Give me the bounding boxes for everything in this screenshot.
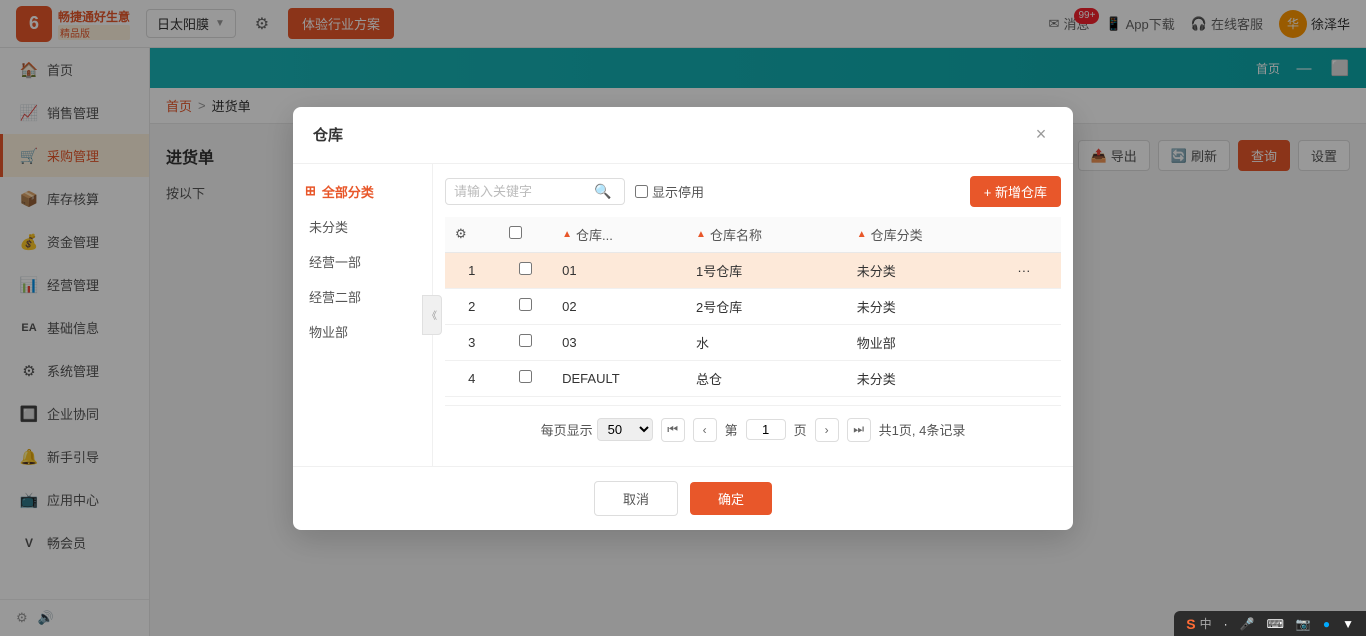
row-name: 水 — [686, 324, 847, 360]
category-collapse-btn[interactable]: 《 — [422, 295, 442, 335]
row-no: 2 — [445, 288, 499, 324]
row-no: 3 — [445, 324, 499, 360]
row-category: 未分类 — [847, 360, 1008, 396]
table-head: ⚙ ▲ 仓库... — [445, 217, 1061, 253]
next-page-btn[interactable]: › — [815, 418, 839, 442]
taskbar-keyboard[interactable]: ⌨ — [1267, 617, 1284, 631]
table-row[interactable]: 1 01 1号仓库 未分类 ··· — [445, 252, 1061, 288]
row-check — [499, 360, 553, 396]
modal-close-btn[interactable]: × — [1029, 123, 1053, 147]
gear-icon: ⚙ — [455, 226, 467, 241]
row-category: 未分类 — [847, 288, 1008, 324]
modal-body: ⊞ 全部分类 《 未分类 经营一部 经营二部 物业部 — [293, 164, 1073, 466]
page-size-selector: 每页显示 50 10 20 100 — [541, 418, 653, 441]
per-page-label: 每页显示 — [541, 420, 593, 439]
table-body: 1 01 1号仓库 未分类 ··· 2 — [445, 252, 1061, 396]
dot-icon: · — [1224, 617, 1228, 631]
taskbar-color[interactable]: ● — [1323, 617, 1330, 631]
category-item-property[interactable]: 物业部 — [293, 314, 432, 349]
modal-footer: 取消 确定 — [293, 466, 1073, 530]
th-code: ▲ 仓库... — [552, 217, 686, 253]
row-action — [1007, 360, 1061, 396]
row-check — [499, 288, 553, 324]
warehouse-modal: 仓库 × ⊞ 全部分类 《 未分类 经营一部 经营二部 — [293, 107, 1073, 530]
search-icon[interactable]: 🔍 — [594, 183, 611, 200]
add-warehouse-btn[interactable]: + 新增仓库 — [970, 176, 1061, 207]
confirm-button[interactable]: 确定 — [690, 482, 772, 515]
table-container: ⚙ ▲ 仓库... — [445, 217, 1061, 397]
row-check — [499, 252, 553, 288]
row-action: ··· — [1007, 252, 1061, 288]
row-code: 02 — [552, 288, 686, 324]
taskbar-cam[interactable]: 📷 — [1296, 617, 1311, 631]
row-checkbox[interactable] — [519, 262, 532, 275]
camera-icon: 📷 — [1296, 617, 1311, 631]
row-checkbox[interactable] — [519, 298, 532, 311]
row-name: 1号仓库 — [686, 252, 847, 288]
row-checkbox[interactable] — [519, 334, 532, 347]
keyboard-icon: ⌨ — [1267, 617, 1284, 631]
row-category: 物业部 — [847, 324, 1008, 360]
row-no: 4 — [445, 360, 499, 396]
row-check — [499, 324, 553, 360]
show-disabled-checkbox[interactable] — [635, 185, 648, 198]
prev-page-btn[interactable]: ‹ — [693, 418, 717, 442]
show-disabled-label: 显示停用 — [635, 182, 704, 201]
modal-overlay[interactable]: 仓库 × ⊞ 全部分类 《 未分类 经营一部 经营二部 — [0, 0, 1366, 636]
row-code: 01 — [552, 252, 686, 288]
row-code: 03 — [552, 324, 686, 360]
ime-icon: S — [1186, 616, 1195, 632]
grid-icon: ⊞ — [305, 183, 316, 199]
modal-header: 仓库 × — [293, 107, 1073, 164]
page-label: 页 — [794, 420, 807, 439]
first-page-btn[interactable]: ⏮ — [661, 418, 685, 442]
table-row[interactable]: 3 03 水 物业部 — [445, 324, 1061, 360]
more-icon: ▼ — [1342, 617, 1354, 631]
table-row[interactable]: 2 02 2号仓库 未分类 — [445, 288, 1061, 324]
row-name: 2号仓库 — [686, 288, 847, 324]
last-page-btn[interactable]: ⏭ — [847, 418, 871, 442]
color-icon: ● — [1323, 617, 1330, 631]
warehouse-table: ⚙ ▲ 仓库... — [445, 217, 1061, 397]
bottom-taskbar: S 中 · 🎤 ⌨ 📷 ● ▼ — [1174, 611, 1366, 636]
th-action — [1007, 217, 1061, 253]
modal-title: 仓库 — [313, 124, 343, 145]
check-all-checkbox[interactable] — [509, 226, 522, 239]
search-input[interactable] — [454, 184, 594, 199]
pagination-bar: 每页显示 50 10 20 100 ⏮ ‹ 第 页 › ⏭ — [445, 405, 1061, 454]
row-action — [1007, 288, 1061, 324]
row-action — [1007, 324, 1061, 360]
category-all-label[interactable]: 全部分类 — [322, 182, 374, 201]
cancel-button[interactable]: 取消 — [594, 481, 678, 516]
mic-icon: 🎤 — [1240, 617, 1255, 631]
table-header-row: ⚙ ▲ 仓库... — [445, 217, 1061, 253]
th-name: ▲ 仓库名称 — [686, 217, 847, 253]
row-category: 未分类 — [847, 252, 1008, 288]
table-row[interactable]: 4 DEFAULT 总仓 未分类 — [445, 360, 1061, 396]
category-header: ⊞ 全部分类 — [293, 174, 432, 209]
th-settings: ⚙ — [445, 217, 499, 253]
category-panel: ⊞ 全部分类 《 未分类 经营一部 经营二部 物业部 — [293, 164, 433, 466]
row-code: DEFAULT — [552, 360, 686, 396]
category-item-dept2[interactable]: 经营二部 — [293, 279, 432, 314]
th-check — [499, 217, 553, 253]
row-name: 总仓 — [686, 360, 847, 396]
taskbar-more[interactable]: ▼ — [1342, 617, 1354, 631]
row-no: 1 — [445, 252, 499, 288]
table-toolbar: 🔍 显示停用 + 新增仓库 — [445, 176, 1061, 207]
total-info: 共1页, 4条记录 — [879, 420, 966, 439]
category-item-dept1[interactable]: 经营一部 — [293, 244, 432, 279]
category-item-unclassified[interactable]: 未分类 — [293, 209, 432, 244]
page-number-input[interactable] — [746, 419, 786, 440]
per-page-select[interactable]: 50 10 20 100 — [597, 418, 653, 441]
table-panel: 🔍 显示停用 + 新增仓库 ⚙ — [433, 164, 1073, 466]
taskbar-dot[interactable]: · — [1224, 617, 1228, 631]
th-category: ▲ 仓库分类 — [847, 217, 1008, 253]
row-checkbox[interactable] — [519, 370, 532, 383]
search-box: 🔍 — [445, 178, 625, 205]
taskbar-ime[interactable]: S 中 — [1186, 615, 1211, 632]
page-word: 第 — [725, 420, 738, 439]
taskbar-mic[interactable]: 🎤 — [1240, 617, 1255, 631]
